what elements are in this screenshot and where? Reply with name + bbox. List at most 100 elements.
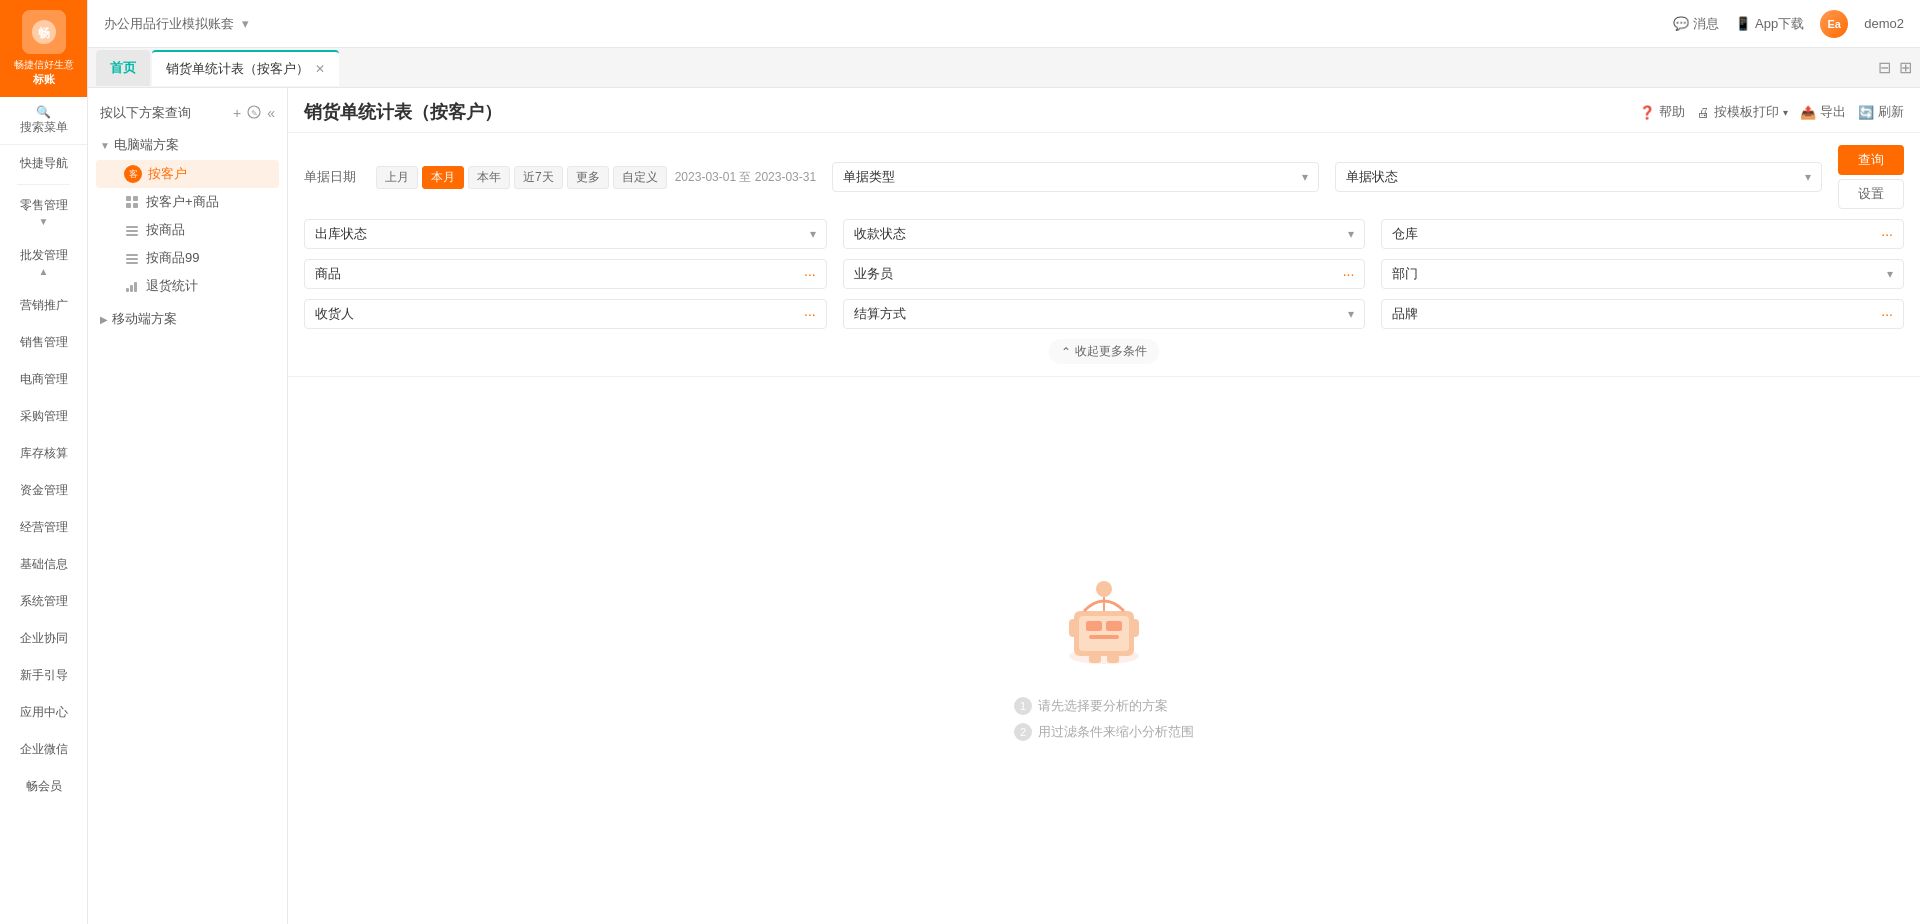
sidebar-item-basic-info[interactable]: 基础信息 (0, 546, 87, 583)
svg-rect-19 (1079, 616, 1129, 651)
divider-1 (17, 184, 69, 185)
sidebar-item-wholesale-mgmt[interactable]: 批发管理 ▲ (0, 237, 87, 287)
warehouse-select[interactable]: 仓库 ··· (1381, 219, 1904, 249)
app-download-icon: 📱 (1735, 16, 1751, 31)
sidebar-item-enterprise-collab[interactable]: 企业协同 (0, 620, 87, 657)
message-label: 消息 (1693, 15, 1719, 33)
tab-sales-stats[interactable]: 销货单统计表（按客户） ✕ (152, 50, 339, 86)
sidebar-item-app-center[interactable]: 应用中心 (0, 694, 87, 731)
salesperson-select[interactable]: 业务员 ··· (843, 259, 1366, 289)
help-btn[interactable]: ❓ 帮助 (1639, 103, 1685, 121)
payment-method-select[interactable]: 结算方式 ▾ (843, 299, 1366, 329)
industry-dropdown-icon[interactable]: ▾ (242, 16, 249, 31)
date-btn-last-7-days[interactable]: 近7天 (514, 166, 563, 189)
top-header: 办公用品行业模拟账套 ▾ 💬 消息 📱 App下载 Ea demo2 (88, 0, 1920, 48)
collapse-filter-btn[interactable]: ⌃ 收起更多条件 (1049, 339, 1159, 364)
department-select[interactable]: 部门 ▾ (1381, 259, 1904, 289)
tree-item-by-product[interactable]: 按商品 (96, 216, 279, 244)
tree-mobile-parent[interactable]: ▶ 移动端方案 (96, 304, 279, 334)
product-select[interactable]: 商品 ··· (304, 259, 827, 289)
left-panel-title: 按以下方案查询 (100, 104, 191, 122)
edit-scheme-icon[interactable]: ✎ (247, 105, 261, 122)
sidebar-item-new-guide[interactable]: 新手引导 (0, 657, 87, 694)
sidebar-item-system[interactable]: 系统管理 (0, 583, 87, 620)
date-btn-more[interactable]: 更多 (567, 166, 609, 189)
user-name: demo2 (1864, 16, 1904, 31)
basic-info-label: 基础信息 (20, 556, 68, 573)
tab-close-icon[interactable]: ✕ (315, 62, 325, 76)
tip-2-text: 用过滤条件来缩小分析范围 (1038, 723, 1194, 741)
filter-row-1: 单据日期 上月 本月 本年 近7天 更多 自定义 2023-03-01 至 20… (304, 145, 1904, 209)
search-menu[interactable]: 🔍 搜索菜单 (0, 97, 87, 145)
message-btn[interactable]: 💬 消息 (1673, 15, 1719, 33)
settings-button[interactable]: 设置 (1838, 179, 1904, 209)
tab-home[interactable]: 首页 (96, 50, 150, 86)
date-btn-this-month[interactable]: 本月 (422, 166, 464, 189)
out-status-select[interactable]: 出库状态 ▾ (304, 219, 827, 249)
svg-rect-24 (1131, 619, 1139, 637)
tree-item-by-customer[interactable]: 客 按客户 (96, 160, 279, 188)
date-range-text: 2023-03-01 至 2023-03-31 (675, 169, 816, 186)
consignee-select[interactable]: 收货人 ··· (304, 299, 827, 329)
tree-desktop-parent[interactable]: ▼ 电脑端方案 (96, 130, 279, 160)
order-status-select[interactable]: 单据状态 ▾ (1335, 162, 1822, 192)
tab-expand-icon[interactable]: ⊞ (1899, 58, 1912, 77)
search-menu-label: 搜索菜单 (20, 120, 68, 134)
member-label: 畅会员 (26, 778, 62, 795)
tree-item-by-customer-product[interactable]: 按客户+商品 (96, 188, 279, 216)
ecommerce-label: 电商管理 (20, 371, 68, 388)
template-print-btn[interactable]: 🖨 按模板打印 ▾ (1697, 103, 1788, 121)
export-btn[interactable]: 📤 导出 (1800, 103, 1846, 121)
logo-icon: 畅 (22, 10, 66, 54)
purchase-label: 采购管理 (20, 408, 68, 425)
sidebar-item-enterprise-wechat[interactable]: 企业微信 (0, 731, 87, 768)
warehouse-dots: ··· (1881, 226, 1893, 242)
system-label: 系统管理 (20, 593, 68, 610)
by-customer-label: 按客户 (148, 165, 187, 183)
date-btn-this-year[interactable]: 本年 (468, 166, 510, 189)
sidebar-item-ecommerce[interactable]: 电商管理 (0, 361, 87, 398)
app-download-btn[interactable]: 📱 App下载 (1735, 15, 1804, 33)
template-print-icon: 🖨 (1697, 105, 1710, 120)
date-btn-custom[interactable]: 自定义 (613, 166, 667, 189)
consignee-label: 收货人 (315, 305, 354, 323)
sidebar-item-sales-mgmt[interactable]: 销售管理 (0, 324, 87, 361)
action-buttons: 查询 设置 (1838, 145, 1904, 209)
return-stats-icon (124, 278, 140, 294)
order-type-select[interactable]: 单据类型 ▾ (832, 162, 1319, 192)
sidebar-item-finance[interactable]: 资金管理 (0, 472, 87, 509)
sidebar-item-purchase[interactable]: 采购管理 (0, 398, 87, 435)
brand-select[interactable]: 品牌 ··· (1381, 299, 1904, 329)
collapse-panel-icon[interactable]: « (267, 105, 275, 122)
tab-bar: 首页 销货单统计表（按客户） ✕ ⊟ ⊞ (88, 48, 1920, 88)
right-content: 销货单统计表（按客户） ❓ 帮助 🖨 按模板打印 ▾ 📤 导出 (288, 88, 1920, 924)
product-label: 商品 (315, 265, 341, 283)
refresh-btn[interactable]: 🔄 刷新 (1858, 103, 1904, 121)
svg-rect-10 (126, 234, 138, 236)
logo-area: 畅 畅捷信好生意 标账 (0, 0, 87, 97)
sidebar-item-retail-mgmt[interactable]: 零售管理 ▼ (0, 187, 87, 237)
by-customer-icon: 客 (124, 165, 142, 183)
sidebar-item-ops[interactable]: 经营管理 (0, 509, 87, 546)
receipt-status-select[interactable]: 收款状态 ▾ (843, 219, 1366, 249)
sidebar-item-member[interactable]: 畅会员 (0, 768, 87, 805)
sidebar-item-inventory[interactable]: 库存核算 (0, 435, 87, 472)
date-btn-last-month[interactable]: 上月 (376, 166, 418, 189)
tree-item-by-product-99[interactable]: 按商品99 (96, 244, 279, 272)
quick-nav-label: 快捷导航 (20, 155, 68, 172)
empty-tips: 1 请先选择要分析的方案 2 用过滤条件来缩小分析范围 (1014, 697, 1194, 741)
tab-minimize-icon[interactable]: ⊟ (1878, 58, 1891, 77)
sidebar-item-quick-nav[interactable]: 快捷导航 (0, 145, 87, 182)
user-avatar[interactable]: Ea (1820, 10, 1848, 38)
tree-item-return-stats[interactable]: 退货统计 (96, 272, 279, 300)
template-print-label: 按模板打印 (1714, 103, 1779, 121)
sidebar-item-marketing[interactable]: 营销推广 (0, 287, 87, 324)
out-status-label: 出库状态 (315, 225, 367, 243)
svg-rect-16 (134, 282, 137, 292)
svg-rect-20 (1086, 621, 1102, 631)
add-scheme-icon[interactable]: + (233, 105, 241, 122)
filter-row-4: 收货人 ··· 结算方式 ▾ 品牌 ··· (304, 299, 1904, 329)
query-button[interactable]: 查询 (1838, 145, 1904, 175)
tree-desktop-arrow: ▼ (100, 140, 110, 151)
tip-2-num: 2 (1014, 723, 1032, 741)
